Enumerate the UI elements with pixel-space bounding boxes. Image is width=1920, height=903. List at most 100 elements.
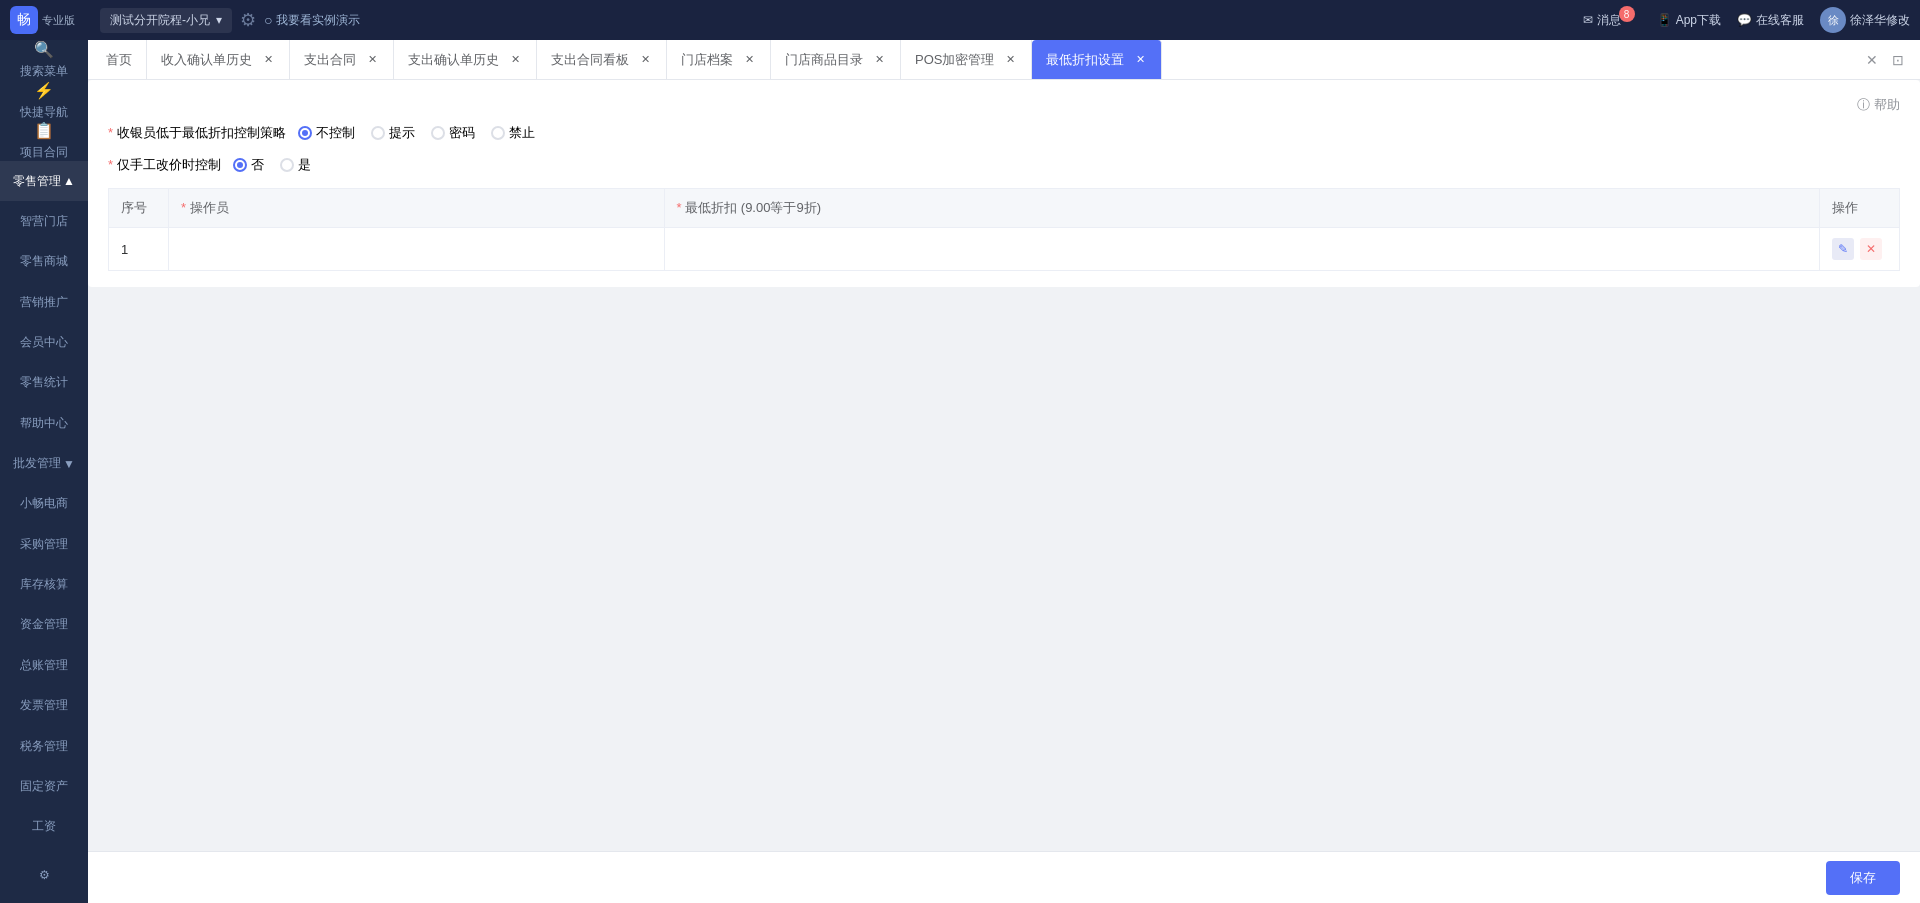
sidebar-label-tax: 税务管理 bbox=[20, 738, 68, 755]
sidebar-item-marketing[interactable]: 营销推广 bbox=[0, 282, 88, 322]
sidebar-label-payroll: 工资 bbox=[32, 818, 56, 835]
online-service-btn[interactable]: 💬 在线客服 bbox=[1737, 12, 1804, 29]
tab-store-file[interactable]: 门店档案 ✕ bbox=[667, 40, 771, 80]
sidebar-item-ledger[interactable]: 总账管理 bbox=[0, 645, 88, 685]
sidebar-item-smart-store[interactable]: 智营门店 bbox=[0, 201, 88, 241]
help-circle-icon: ⓘ bbox=[1857, 97, 1870, 112]
tab-income-history-close[interactable]: ✕ bbox=[262, 51, 275, 68]
sidebar-label-retail-stats: 零售统计 bbox=[20, 374, 68, 391]
messages-label: 消息 bbox=[1597, 12, 1621, 29]
avatar: 徐 bbox=[1820, 7, 1846, 33]
sidebar-label-invoice: 发票管理 bbox=[20, 697, 68, 714]
radio-forbid[interactable]: 禁止 bbox=[491, 124, 535, 142]
sidebar-item-assets[interactable]: 固定资产 bbox=[0, 766, 88, 806]
tab-income-history[interactable]: 收入确认单历史 ✕ bbox=[147, 40, 290, 80]
radio-hint[interactable]: 提示 bbox=[371, 124, 415, 142]
user-menu-btn[interactable]: 徐 徐泽华修改 bbox=[1820, 7, 1910, 33]
tab-home[interactable]: 首页 bbox=[92, 40, 147, 80]
main-layout: 🔍 搜索菜单 ⚡ 快捷导航 📋 项目合同 零售管理 ▲ 智营门店 零售商城 营销… bbox=[0, 40, 1920, 903]
sidebar-item-project[interactable]: 📋 项目合同 bbox=[0, 121, 88, 161]
help-link-label: 帮助 bbox=[1874, 97, 1900, 112]
content-area: 首页 收入确认单历史 ✕ 支出合同 ✕ 支出确认单历史 ✕ 支出合同看板 ✕ 门… bbox=[88, 40, 1920, 903]
sidebar-item-wholesale[interactable]: 批发管理 ▼ bbox=[0, 443, 88, 483]
radio-password[interactable]: 密码 bbox=[431, 124, 475, 142]
tab-payment-confirm-history[interactable]: 支出确认单历史 ✕ bbox=[394, 40, 537, 80]
tab-payment-contract-close[interactable]: ✕ bbox=[366, 51, 379, 68]
tab-store-products-label: 门店商品目录 bbox=[785, 51, 863, 69]
play-icon: ○ bbox=[264, 12, 272, 28]
sidebar-item-member[interactable]: 会员中心 bbox=[0, 322, 88, 362]
bottom-bar: 保存 bbox=[88, 851, 1920, 903]
top-bar-center: 测试分开院程-小兄 ▾ ⚙ ○ 我要看实例演示 bbox=[90, 8, 1583, 33]
tab-payment-confirm-history-close[interactable]: ✕ bbox=[509, 51, 522, 68]
radio-no-control[interactable]: 不控制 bbox=[298, 124, 355, 142]
top-bar-right: ✉ 消息 8 📱 App下载 💬 在线客服 徐 徐泽华修改 bbox=[1583, 7, 1910, 33]
radio-yes[interactable]: 是 bbox=[280, 156, 311, 174]
tab-min-discount[interactable]: 最低折扣设置 ✕ bbox=[1032, 40, 1162, 80]
sidebar-item-help[interactable]: 帮助中心 bbox=[0, 403, 88, 443]
tab-home-label: 首页 bbox=[106, 51, 132, 69]
quicknav-icon: ⚡ bbox=[34, 81, 54, 100]
sidebar-label-search: 搜索菜单 bbox=[20, 63, 68, 80]
sidebar-item-settings[interactable]: ⚙ bbox=[0, 847, 88, 903]
logo-icon: 畅 bbox=[10, 6, 38, 34]
sidebar-item-inventory[interactable]: 库存核算 bbox=[0, 564, 88, 604]
tab-payment-contract-board[interactable]: 支出合同看板 ✕ bbox=[537, 40, 667, 80]
manual-price-label: * 仅手工改价时控制 bbox=[108, 156, 221, 174]
app-download-btn[interactable]: 📱 App下载 bbox=[1657, 12, 1721, 29]
sidebar-item-finance[interactable]: 资金管理 bbox=[0, 605, 88, 645]
search-icon: 🔍 bbox=[34, 40, 54, 59]
top-bar: 畅 专业版 测试分开院程-小兄 ▾ ⚙ ○ 我要看实例演示 ✉ 消息 8 📱 A… bbox=[0, 0, 1920, 40]
project-selector[interactable]: 测试分开院程-小兄 ▾ bbox=[100, 8, 232, 33]
tab-maximize-btn[interactable]: ⊡ bbox=[1888, 48, 1908, 72]
sidebar-label-smart-store: 智营门店 bbox=[20, 213, 68, 230]
sidebar-item-ecommerce[interactable]: 小畅电商 bbox=[0, 484, 88, 524]
table-section: 序号 * 操作员 * 最低折扣 (9.00等于9折) bbox=[108, 188, 1900, 271]
save-button[interactable]: 保存 bbox=[1826, 861, 1900, 895]
cell-min-discount bbox=[664, 228, 1820, 271]
help-link[interactable]: ⓘ 帮助 bbox=[1857, 96, 1900, 114]
tab-pos-password-close[interactable]: ✕ bbox=[1004, 51, 1017, 68]
sidebar-item-retail-stats[interactable]: 零售统计 bbox=[0, 363, 88, 403]
delete-row-btn[interactable]: ✕ bbox=[1860, 238, 1882, 260]
expand-icon-retail: ▲ bbox=[63, 174, 75, 188]
sidebar-item-tax[interactable]: 税务管理 bbox=[0, 726, 88, 766]
tab-store-products[interactable]: 门店商品目录 ✕ bbox=[771, 40, 901, 80]
table-header-row: 序号 * 操作员 * 最低折扣 (9.00等于9折) bbox=[109, 189, 1900, 228]
tab-min-discount-label: 最低折扣设置 bbox=[1046, 51, 1124, 69]
sidebar-item-retail-mall[interactable]: 零售商城 bbox=[0, 242, 88, 282]
col-header-operator: * 操作员 bbox=[169, 189, 665, 228]
sidebar-item-invoice[interactable]: 发票管理 bbox=[0, 686, 88, 726]
sidebar-item-payroll[interactable]: 工资 bbox=[0, 807, 88, 847]
project-name: 测试分开院程-小兄 bbox=[110, 12, 210, 29]
logo-text: 专业版 bbox=[42, 13, 75, 28]
chevron-down-icon: ▾ bbox=[216, 13, 222, 27]
manual-price-options: 否 是 bbox=[233, 156, 311, 174]
radio-no[interactable]: 否 bbox=[233, 156, 264, 174]
tab-payment-contract[interactable]: 支出合同 ✕ bbox=[290, 40, 394, 80]
table-row: 1 ✎ bbox=[109, 228, 1900, 271]
sidebar-item-retail[interactable]: 零售管理 ▲ bbox=[0, 161, 88, 201]
required-star-operator: * bbox=[181, 200, 186, 215]
required-star-2: * bbox=[108, 157, 113, 172]
tab-store-file-close[interactable]: ✕ bbox=[743, 51, 756, 68]
settings-icon[interactable]: ⚙ bbox=[240, 9, 256, 31]
sidebar-item-purchase[interactable]: 采购管理 bbox=[0, 524, 88, 564]
logo: 畅 专业版 bbox=[10, 6, 90, 34]
sidebar-label-ledger: 总账管理 bbox=[20, 657, 68, 674]
sidebar-item-quicknav[interactable]: ⚡ 快捷导航 bbox=[0, 80, 88, 120]
sidebar-item-search[interactable]: 🔍 搜索菜单 bbox=[0, 40, 88, 80]
tab-close-current-btn[interactable]: ✕ bbox=[1862, 48, 1882, 72]
tab-store-products-close[interactable]: ✕ bbox=[873, 51, 886, 68]
edit-row-btn[interactable]: ✎ bbox=[1832, 238, 1854, 260]
sidebar-label-retail: 零售管理 bbox=[13, 173, 61, 190]
tab-min-discount-close[interactable]: ✕ bbox=[1134, 51, 1147, 68]
demo-link[interactable]: ○ 我要看实例演示 bbox=[264, 12, 360, 29]
sidebar-label-project: 项目合同 bbox=[20, 144, 68, 161]
messages-btn[interactable]: ✉ 消息 8 bbox=[1583, 12, 1641, 29]
tab-pos-password[interactable]: POS加密管理 ✕ bbox=[901, 40, 1032, 80]
download-icon: 📱 bbox=[1657, 13, 1672, 27]
tab-payment-contract-board-close[interactable]: ✕ bbox=[639, 51, 652, 68]
radio-dot-password bbox=[431, 126, 445, 140]
settings-gear-icon: ⚙ bbox=[39, 868, 50, 882]
